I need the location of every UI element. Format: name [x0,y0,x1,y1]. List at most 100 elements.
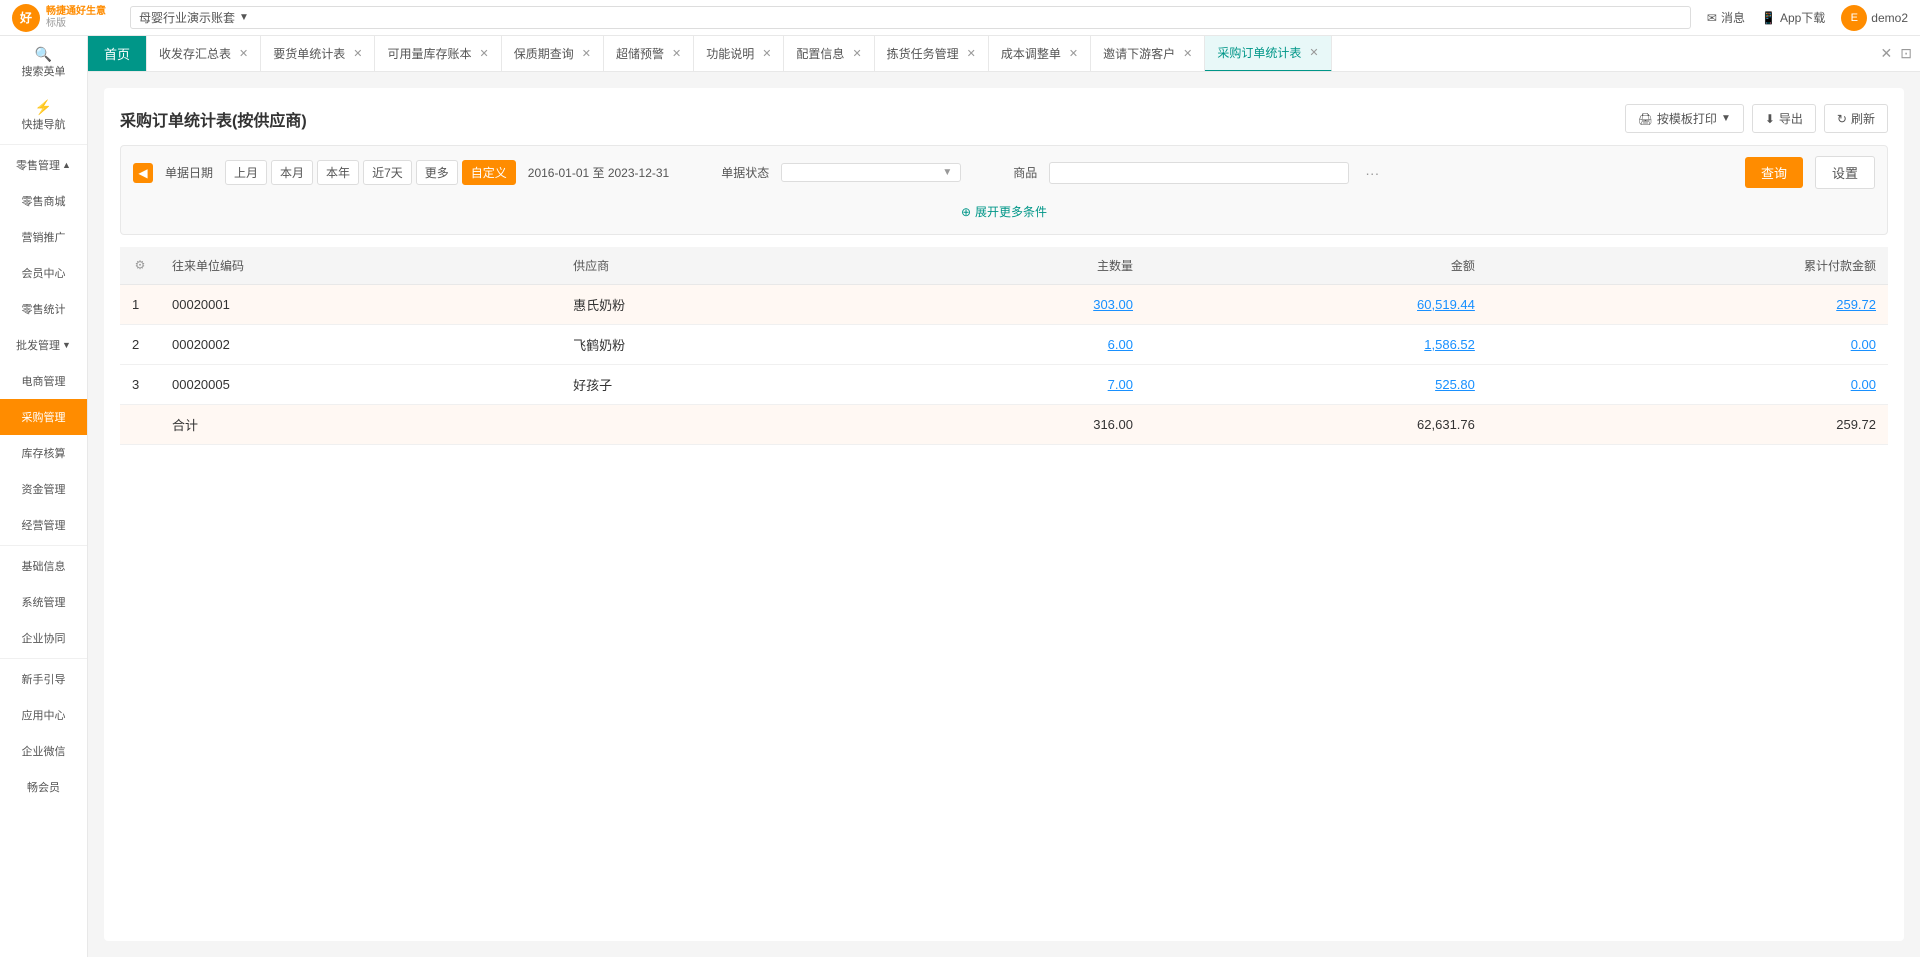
tab-gongneng[interactable]: 功能说明 ✕ [694,36,784,72]
sidebar: 🔍 搜索英单 ⚡ 快捷导航 零售管理 ▲ 零售商城 营销推广 会员中心 零售统计 [0,36,88,957]
table-header: ⚙ 往来单位编码 供应商 主数量 金额 累计付款金额 [120,247,1888,285]
filter-area: ◀ 单据日期 上月 本月 本年 近7天 更多 自定义 2016-01-01 至 … [120,145,1888,235]
sidebar-item-collab[interactable]: 企业协同 [0,620,87,656]
paid-link-2[interactable]: 0.00 [1851,337,1876,352]
footer-qty: 316.00 [879,405,1145,445]
tab-close-5[interactable]: ✕ [672,47,681,60]
sidebar-item-finance[interactable]: 资金管理 [0,471,87,507]
tab-close-9[interactable]: ✕ [1069,47,1078,60]
sidebar-item-ecommerce[interactable]: 电商管理 [0,363,87,399]
cell-amount-1: 60,519.44 [1145,285,1487,325]
tab-purchase-stat[interactable]: 采购订单统计表 ✕ [1205,36,1331,72]
amount-link-2[interactable]: 1,586.52 [1424,337,1475,352]
cell-paid-3: 0.00 [1487,365,1888,405]
close-window-icon[interactable]: ✕ [1881,45,1893,62]
tab-yaoqing[interactable]: 邀请下游客户 ✕ [1091,36,1205,72]
sidebar-item-basic[interactable]: 基础信息 [0,548,87,584]
sidebar-item-inventory[interactable]: 库存核算 [0,435,87,471]
sidebar-item-retail[interactable]: 零售管理 ▲ [0,147,87,183]
page-actions: 🖨 按模板打印 ▼ ⬇ 导出 ↻ 刷新 [1625,104,1888,133]
th-settings: ⚙ [120,247,160,285]
main-layout: 🔍 搜索英单 ⚡ 快捷导航 零售管理 ▲ 零售商城 营销推广 会员中心 零售统计 [0,36,1920,957]
tab-chaochuyujing[interactable]: 超储预警 ✕ [604,36,694,72]
sidebar-item-vip[interactable]: 畅会员 [0,769,87,805]
tab-baozhi[interactable]: 保质期查询 ✕ [502,36,604,72]
date-btn-this-year[interactable]: 本年 [317,160,359,185]
qty-link-3[interactable]: 7.00 [1108,377,1133,392]
paid-link-3[interactable]: 0.00 [1851,377,1876,392]
collapse-arrow[interactable]: ◀ [133,163,153,183]
sidebar-item-newguide[interactable]: 新手引导 [0,661,87,697]
chevron-icon-2: ▼ [62,340,71,350]
tabbar: 首页 收发存汇总表 ✕ 要货单统计表 ✕ 可用量库存账本 ✕ 保质期查询 ✕ 超… [88,36,1920,72]
chevron-down-icon-expand: ⊕ [961,205,971,219]
app-download-button[interactable]: 📱 App下载 [1761,9,1825,26]
status-select[interactable]: ▼ [781,163,961,182]
print-button[interactable]: 🖨 按模板打印 ▼ [1625,104,1744,133]
tab-close-10[interactable]: ✕ [1183,47,1192,60]
export-button[interactable]: ⬇ 导出 [1752,104,1816,133]
date-btn-this-month[interactable]: 本月 [271,160,313,185]
tab-home[interactable]: 首页 [88,36,147,72]
tab-keyongliang[interactable]: 可用量库存账本 ✕ [375,36,501,72]
tab-shoufacun[interactable]: 收发存汇总表 ✕ [147,36,261,72]
table-container: ⚙ 往来单位编码 供应商 主数量 金额 累计付款金额 1 [120,247,1888,445]
tab-close-3[interactable]: ✕ [480,47,489,60]
chevron-down-icon: ▼ [239,12,249,23]
tab-close-1[interactable]: ✕ [239,47,248,60]
sidebar-item-operation[interactable]: 经营管理 [0,507,87,543]
qty-link-1[interactable]: 303.00 [1093,297,1133,312]
qty-link-2[interactable]: 6.00 [1108,337,1133,352]
tab-close-6[interactable]: ✕ [762,47,771,60]
tab-close-8[interactable]: ✕ [967,47,976,60]
settings-icon[interactable]: ⚙ [132,258,148,274]
sidebar-item-system[interactable]: 系统管理 [0,584,87,620]
sidebar-item-appcenter[interactable]: 应用中心 [0,697,87,733]
footer-amount: 62,631.76 [1145,405,1487,445]
th-qty: 主数量 [879,247,1145,285]
cell-code-3: 00020005 [160,365,561,405]
date-btn-more[interactable]: 更多 [416,160,458,185]
sidebar-item-wholesale[interactable]: 批发管理 ▼ [0,327,87,363]
date-btn-custom[interactable]: 自定义 [462,160,516,185]
amount-link-3[interactable]: 525.80 [1435,377,1475,392]
goods-input[interactable] [1049,162,1349,184]
goods-ellipsis[interactable]: ··· [1361,165,1383,181]
message-button[interactable]: ✉ 消息 [1707,9,1745,26]
sidebar-item-marketing[interactable]: 营销推广 [0,219,87,255]
sidebar-item-search[interactable]: 🔍 搜索英单 [0,36,87,89]
tab-jianhuo[interactable]: 拣货任务管理 ✕ [875,36,989,72]
sidebar-item-retail-stat[interactable]: 零售统计 [0,291,87,327]
workspace-selector[interactable]: 母婴行业演示账套 ▼ [130,6,1691,29]
tab-close-2[interactable]: ✕ [353,47,362,60]
tab-close-11[interactable]: ✕ [1309,46,1318,59]
paid-link-1[interactable]: 259.72 [1836,297,1876,312]
date-range-label: 2016-01-01 至 2023-12-31 [528,164,669,181]
query-button[interactable]: 查询 [1745,157,1803,188]
tab-close-7[interactable]: ✕ [852,47,861,60]
refresh-button[interactable]: ↻ 刷新 [1824,104,1888,133]
filter-row-1: ◀ 单据日期 上月 本月 本年 近7天 更多 自定义 2016-01-01 至 … [133,156,1875,189]
amount-link-1[interactable]: 60,519.44 [1417,297,1475,312]
sidebar-item-wechat[interactable]: 企业微信 [0,733,87,769]
cell-index-3: 3 [120,365,160,405]
tab-peizhi[interactable]: 配置信息 ✕ [784,36,874,72]
tab-close-4[interactable]: ✕ [582,47,591,60]
phone-icon: 📱 [1761,11,1776,25]
tab-yaohuo[interactable]: 要货单统计表 ✕ [261,36,375,72]
sidebar-item-purchase[interactable]: 采购管理 [0,399,87,435]
sidebar-item-member[interactable]: 会员中心 [0,255,87,291]
sidebar-item-quicknav[interactable]: ⚡ 快捷导航 [0,89,87,142]
workspace-label: 母婴行业演示账套 [139,9,235,26]
footer-empty2 [561,405,879,445]
maximize-icon[interactable]: ⊡ [1900,45,1912,62]
cell-index-2: 2 [120,325,160,365]
sidebar-item-retail-shop[interactable]: 零售商城 [0,183,87,219]
date-btn-last-month[interactable]: 上月 [225,160,267,185]
user-profile[interactable]: E demo2 [1841,5,1908,31]
tab-chengben[interactable]: 成本调整单 ✕ [989,36,1091,72]
topbar-right: ✉ 消息 📱 App下载 E demo2 [1707,5,1908,31]
date-btn-7days[interactable]: 近7天 [363,160,412,185]
expand-conditions-button[interactable]: ⊕ 展开更多条件 [953,199,1055,224]
settings-button[interactable]: 设置 [1815,156,1875,189]
